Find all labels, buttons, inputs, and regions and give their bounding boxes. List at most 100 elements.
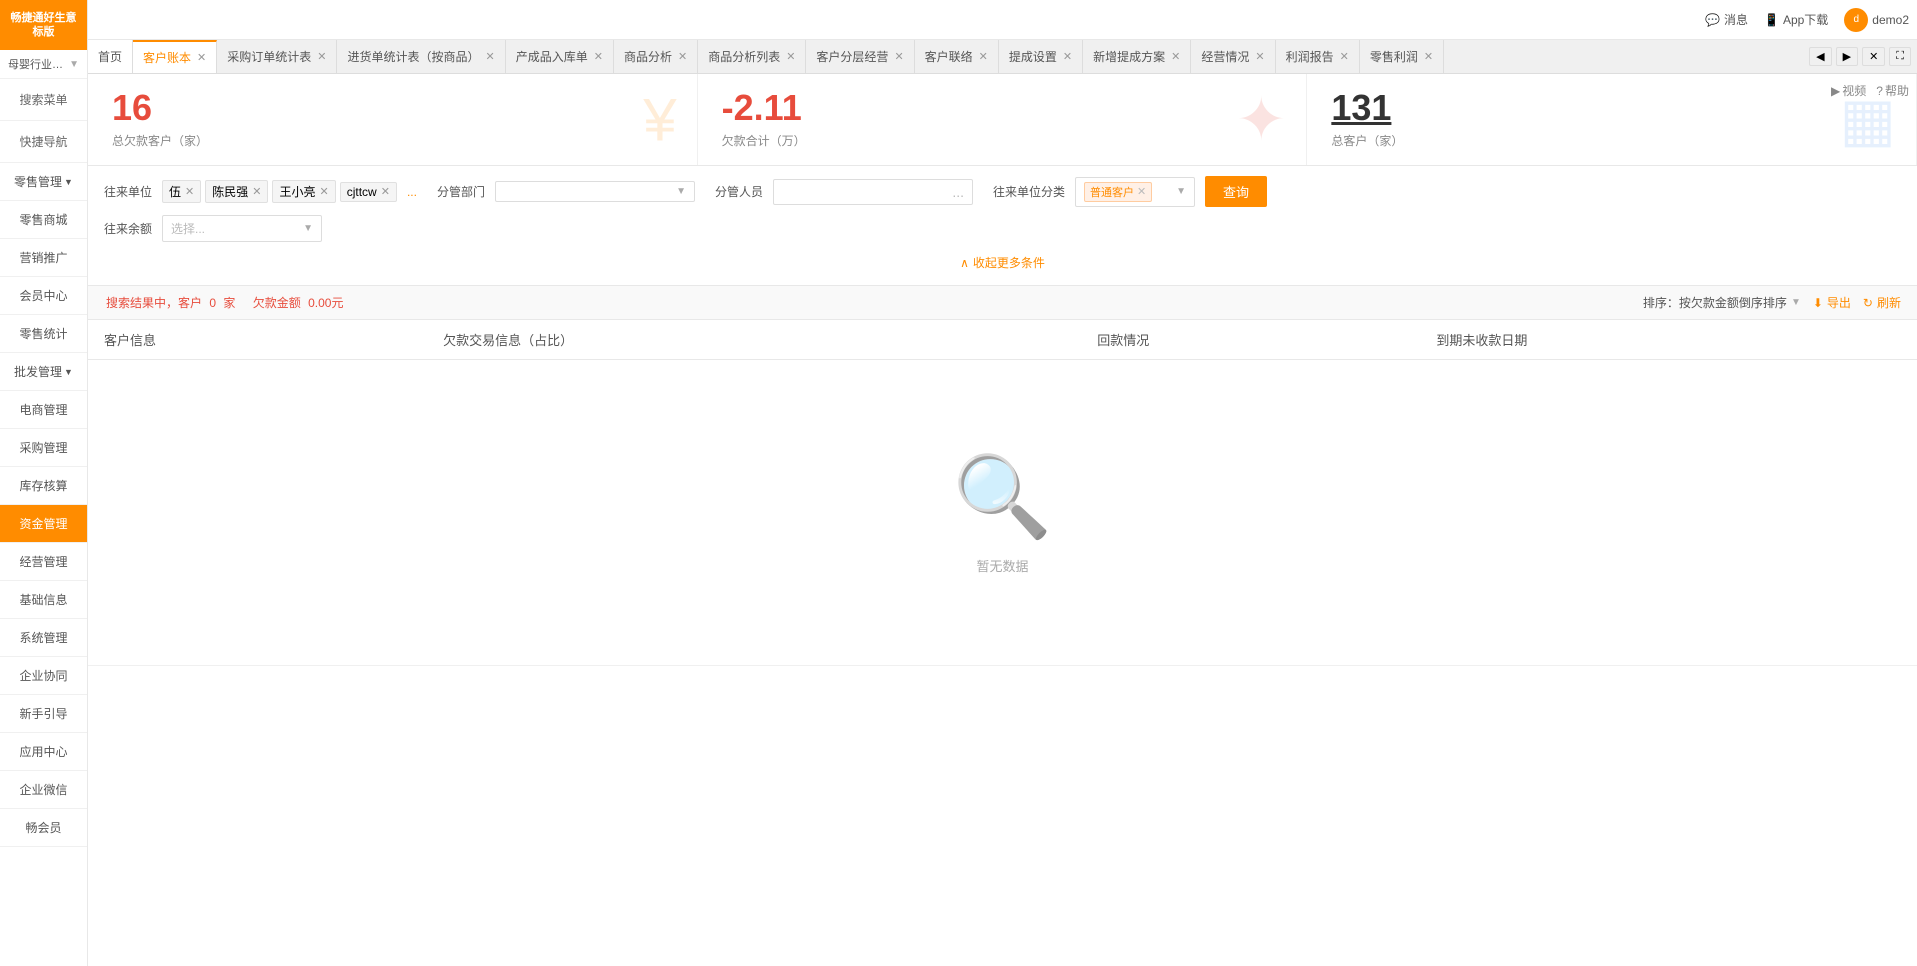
help-btn[interactable]: ? 帮助 — [1876, 82, 1909, 99]
tab-close-customer-contact[interactable]: ✕ — [979, 50, 988, 63]
sidebar-item-retail-mall[interactable]: 零售商城 — [0, 201, 87, 239]
account-selector-arrow[interactable]: ▼ — [69, 59, 79, 70]
balance-selector[interactable]: 选择... ▼ — [162, 215, 322, 242]
tab-product-analysis-list[interactable]: 商品分析列表✕ — [698, 40, 806, 74]
summary-bar: ¥ 16 总欠款客户（家） ✦ -2.11 欠款合计（万） ▦ 131 总客户（… — [88, 74, 1917, 166]
tab-inbound-stats[interactable]: 进货单统计表（按商品）✕ — [337, 40, 505, 74]
unit-tag-王小亮: 王小亮✕ — [272, 180, 335, 203]
sidebar-item-wholesale-mgmt[interactable]: 批发管理▼ — [0, 353, 87, 391]
sidebar-item-new-guide[interactable]: 新手引导 — [0, 695, 87, 733]
tab-fullscreen-btn[interactable]: ⛶ — [1889, 47, 1911, 66]
tab-home[interactable]: 首页 — [88, 40, 133, 74]
collapse-btn[interactable]: ∧ 收起更多条件 — [104, 250, 1901, 275]
query-button[interactable]: 查询 — [1205, 176, 1267, 207]
sidebar-item-capital-mgmt[interactable]: 资金管理 — [0, 505, 87, 543]
tab-prev-btn[interactable]: ◀ — [1809, 47, 1831, 66]
person-filter-label: 分管人员 — [715, 183, 763, 200]
user-menu[interactable]: d demo2 — [1844, 8, 1909, 32]
dept-filter-label: 分管部门 — [437, 183, 485, 200]
table-header: 客户信息欠款交易信息（占比）回款情况到期未收款日期 — [88, 320, 1917, 360]
card-icon-star: ✦ — [1236, 85, 1286, 155]
unit-tag-伍: 伍✕ — [162, 180, 201, 203]
export-btn[interactable]: ⬇ 导出 — [1813, 294, 1851, 311]
refresh-btn[interactable]: ↻ 刷新 — [1863, 294, 1901, 311]
tab-profit-report[interactable]: 利润报告✕ — [1276, 40, 1360, 74]
tab-customer-contact[interactable]: 客户联络✕ — [915, 40, 999, 74]
sidebar-item-enterprise-wechat[interactable]: 企业微信 — [0, 771, 87, 809]
sidebar-item-business-mgmt[interactable]: 经营管理 — [0, 543, 87, 581]
tab-customer-tier[interactable]: 客户分层经营✕ — [806, 40, 914, 74]
sidebar-item-system-mgmt[interactable]: 系统管理 — [0, 619, 87, 657]
overdue-customers-value: 16 — [112, 90, 152, 126]
tab-close-inbound-stats[interactable]: ✕ — [486, 50, 495, 63]
person-selector-dots[interactable]: ... — [952, 184, 964, 200]
unit-tags-more[interactable]: ... — [407, 185, 417, 199]
message-btn[interactable]: 💬 消息 — [1705, 11, 1748, 28]
tab-next-btn[interactable]: ▶ — [1836, 47, 1858, 66]
tab-close-customer-tier[interactable]: ✕ — [894, 50, 903, 63]
video-icon: ▶ — [1831, 84, 1840, 98]
sidebar-item-enterprise-coop[interactable]: 企业协同 — [0, 657, 87, 695]
sidebar-item-app-center[interactable]: 应用中心 — [0, 733, 87, 771]
topbar: 💬 消息 📱 App下载 d demo2 — [88, 0, 1917, 40]
tab-close-advance-settings[interactable]: ✕ — [1063, 50, 1072, 63]
sidebar-item-inventory[interactable]: 库存核算 — [0, 467, 87, 505]
tab-purchase-order[interactable]: 采购订单统计表✕ — [217, 40, 337, 74]
balance-placeholder: 选择... — [171, 220, 299, 237]
tabbar: 首页客户账本✕采购订单统计表✕进货单统计表（按商品）✕产成品入库单✕商品分析✕商… — [88, 40, 1917, 74]
tab-close-product-analysis[interactable]: ✕ — [678, 50, 687, 63]
collapse-label: 收起更多条件 — [973, 254, 1045, 271]
search-menu-button[interactable]: 搜索菜单 — [6, 87, 81, 112]
person-selector[interactable]: ... — [773, 179, 973, 205]
tab-new-advance[interactable]: 新增提成方案✕ — [1083, 40, 1191, 74]
sidebar-item-basic-info[interactable]: 基础信息 — [0, 581, 87, 619]
user-label: demo2 — [1872, 13, 1909, 27]
tab-close-all-btn[interactable]: ✕ — [1862, 47, 1885, 66]
col-header-overdue-date: 到期未收款日期 — [1420, 320, 1917, 360]
tab-customer-balance[interactable]: 客户账本✕ — [133, 40, 217, 74]
topbar-right: 💬 消息 📱 App下载 d demo2 — [1705, 8, 1909, 32]
sidebar-item-retail-mgmt[interactable]: 零售管理▼ — [0, 163, 87, 201]
sidebar: 畅捷通好生意 标版 母婴行业演示帐套 ▼ 搜索菜单 快捷导航 零售管理▼零售商城… — [0, 0, 88, 966]
amount-value: 0.00元 — [308, 296, 343, 310]
help-icon: ? — [1876, 84, 1883, 98]
table-container: 客户信息欠款交易信息（占比）回款情况到期未收款日期 🔍 暂无数据 — [88, 320, 1917, 966]
main-area: 💬 消息 📱 App下载 d demo2 首页客户账本✕采购订单统计表✕进货单统… — [88, 0, 1917, 966]
total-customers-value: 131 — [1331, 90, 1391, 126]
col-header-customer-info: 客户信息 — [88, 320, 427, 360]
tab-close-profit-report[interactable]: ✕ — [1340, 50, 1349, 63]
tab-advance-settings[interactable]: 提成设置✕ — [999, 40, 1083, 74]
dept-selector[interactable]: ▼ — [495, 181, 695, 202]
tab-close-new-advance[interactable]: ✕ — [1171, 50, 1180, 63]
quick-nav-button[interactable]: 快捷导航 — [6, 129, 81, 154]
tab-close-cost-inbound[interactable]: ✕ — [594, 50, 603, 63]
category-tag-close[interactable]: ✕ — [1137, 185, 1146, 198]
sidebar-item-member-center[interactable]: 会员中心 — [0, 277, 87, 315]
tab-product-analysis[interactable]: 商品分析✕ — [614, 40, 698, 74]
tab-close-business-status[interactable]: ✕ — [1255, 50, 1264, 63]
content: ¥ 16 总欠款客户（家） ✦ -2.11 欠款合计（万） ▦ 131 总客户（… — [88, 74, 1917, 966]
sidebar-item-vip-member[interactable]: 畅会员 — [0, 809, 87, 847]
results-actions: 排序：按欠款金额倒序排序 ▼ ⬇ 导出 ↻ 刷新 — [1643, 294, 1901, 311]
tab-close-purchase-order[interactable]: ✕ — [317, 50, 326, 63]
tab-business-status[interactable]: 经营情况✕ — [1191, 40, 1275, 74]
sidebar-item-purchase-mgmt[interactable]: 采购管理 — [0, 429, 87, 467]
video-btn[interactable]: ▶ 视频 — [1831, 82, 1866, 99]
data-table: 客户信息欠款交易信息（占比）回款情况到期未收款日期 🔍 暂无数据 — [88, 320, 1917, 666]
tab-close-product-analysis-list[interactable]: ✕ — [786, 50, 795, 63]
tab-close-retail-profit[interactable]: ✕ — [1424, 50, 1433, 63]
tab-cost-inbound[interactable]: 产成品入库单✕ — [506, 40, 614, 74]
total-customers-label: 总客户（家） — [1331, 132, 1403, 149]
sidebar-item-marketing[interactable]: 营销推广 — [0, 239, 87, 277]
results-info: 搜索结果中，客户 0 家 欠款金额 0.00元 — [104, 294, 345, 311]
sidebar-item-ecommerce-mgmt[interactable]: 电商管理 — [0, 391, 87, 429]
sidebar-item-retail-stats[interactable]: 零售统计 — [0, 315, 87, 353]
sort-arrow: ▼ — [1791, 297, 1801, 308]
tab-retail-profit[interactable]: 零售利润✕ — [1360, 40, 1444, 74]
category-selector[interactable]: 普通客户 ✕ ▼ — [1075, 177, 1195, 207]
collapse-section: ∧ 收起更多条件 — [104, 250, 1901, 275]
overdue-amount-value: -2.11 — [722, 90, 802, 126]
app-download-btn[interactable]: 📱 App下载 — [1764, 11, 1828, 28]
sort-selector[interactable]: 排序：按欠款金额倒序排序 ▼ — [1643, 294, 1801, 311]
tab-close-customer-balance[interactable]: ✕ — [197, 51, 206, 64]
